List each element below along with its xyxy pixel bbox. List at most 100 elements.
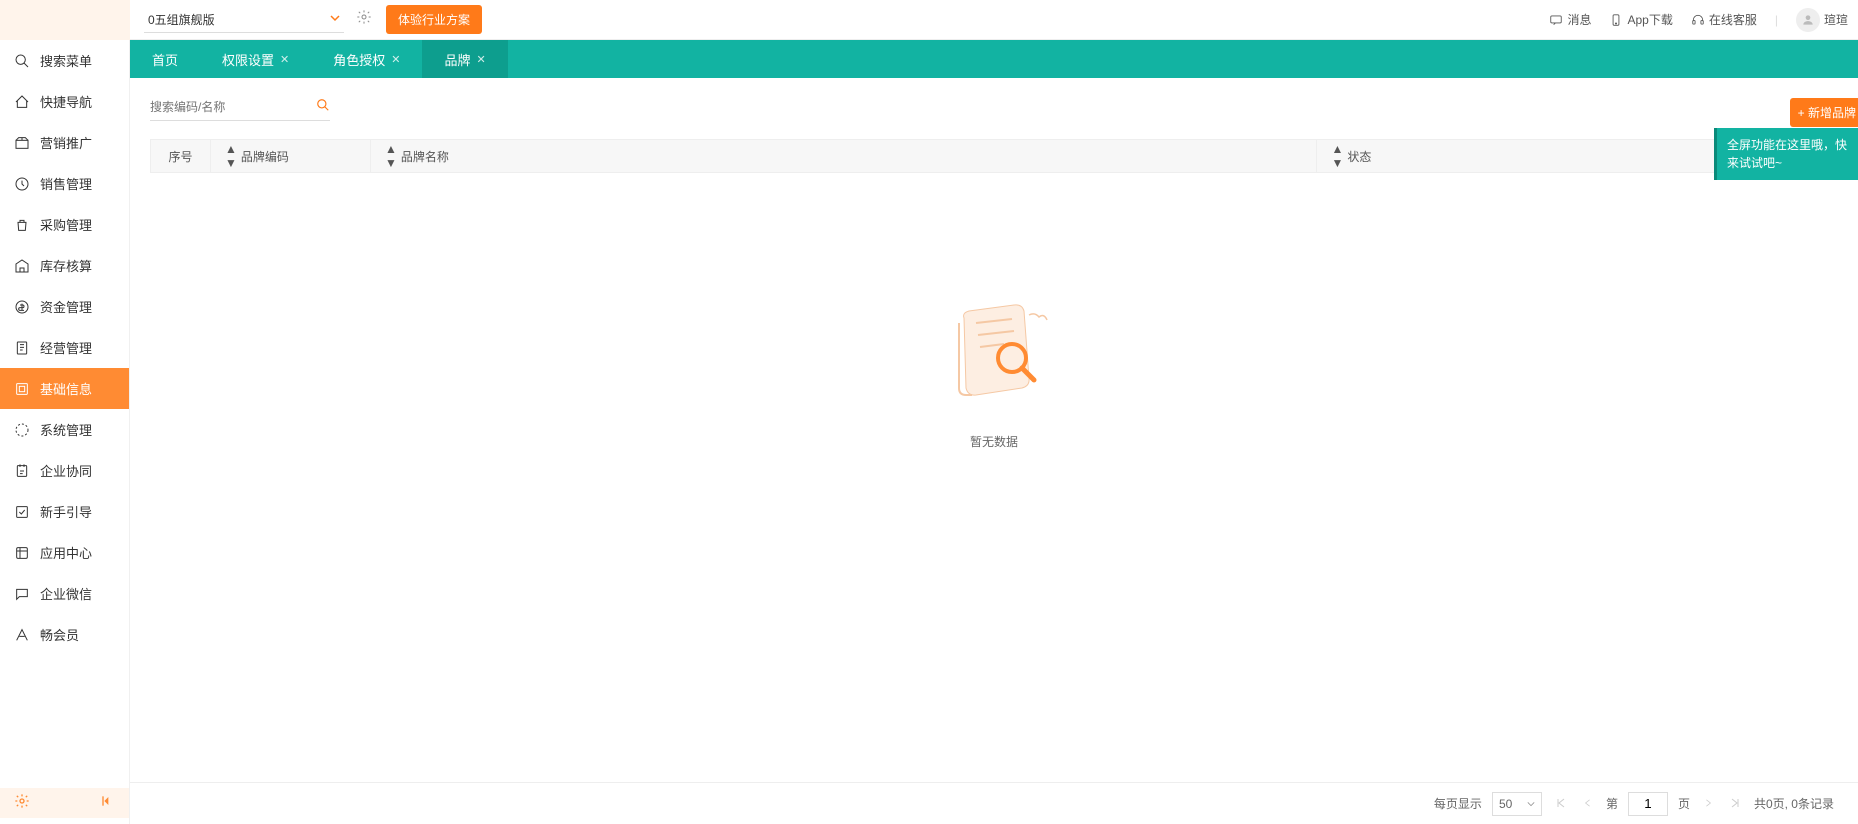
sidebar-icon	[14, 463, 30, 479]
sidebar-item-3[interactable]: 销售管理	[0, 163, 129, 204]
sidebar-icon	[14, 504, 30, 520]
tab-3[interactable]: 品牌 ✕	[422, 40, 507, 78]
sidebar-icon	[14, 217, 30, 233]
close-icon[interactable]: ✕	[391, 53, 400, 66]
sidebar-bottom-toolbar	[0, 788, 129, 818]
content-area: + 新增品牌 全屏功能在这里哦，快来试试吧~ 序号 ▲▼ 品牌编码 ▲▼ 品牌名…	[130, 78, 1858, 782]
gear-icon[interactable]	[14, 793, 30, 814]
page-number-input[interactable]	[1628, 792, 1668, 816]
sidebar-item-label: 库存核算	[40, 256, 92, 275]
th-name[interactable]: ▲▼ 品牌名称	[371, 140, 1317, 172]
sidebar-icon	[14, 422, 30, 438]
sidebar-item-label: 快捷导航	[40, 92, 92, 111]
phone-icon	[1609, 13, 1623, 27]
sidebar-icon	[14, 381, 30, 397]
sidebar-item-6[interactable]: 资金管理	[0, 286, 129, 327]
main-area: 首页 权限设置 ✕ 角色授权 ✕ 品牌 ✕ + 新增品牌 全屏功能在这里哦，快来试试吧~ 序…	[130, 40, 1858, 824]
sidebar-item-label: 畅会员	[40, 625, 79, 644]
headset-icon	[1691, 13, 1705, 27]
sidebar-icon	[14, 545, 30, 561]
message-icon	[1549, 13, 1563, 27]
table-header: 序号 ▲▼ 品牌编码 ▲▼ 品牌名称 ▲▼ 状态	[150, 139, 1838, 173]
sidebar-item-12[interactable]: 应用中心	[0, 532, 129, 573]
sidebar-item-9[interactable]: 系统管理	[0, 409, 129, 450]
sidebar-item-label: 营销推广	[40, 133, 92, 152]
tab-label: 品牌	[444, 50, 470, 69]
tab-label: 首页	[152, 50, 178, 69]
sidebar-item-label: 搜索菜单	[40, 51, 92, 70]
sidebar-item-14[interactable]: 畅会员	[0, 614, 129, 655]
fullscreen-tip: 全屏功能在这里哦，快来试试吧~	[1714, 128, 1858, 180]
sidebar-item-11[interactable]: 新手引导	[0, 491, 129, 532]
sidebar-item-label: 系统管理	[40, 420, 92, 439]
page-total: 共0页, 0条记录	[1754, 795, 1834, 812]
sidebar-icon	[14, 94, 30, 110]
sidebar-icon	[14, 340, 30, 356]
pagination: 每页显示 50 第 页 共0页, 0条记录	[130, 782, 1858, 824]
page-next-button[interactable]	[1700, 797, 1716, 811]
th-code[interactable]: ▲▼ 品牌编码	[211, 140, 371, 172]
sidebar-item-5[interactable]: 库存核算	[0, 245, 129, 286]
sort-icon[interactable]: ▲▼	[1331, 142, 1343, 170]
sidebar-item-7[interactable]: 经营管理	[0, 327, 129, 368]
customer-service-link[interactable]: 在线客服	[1691, 11, 1757, 28]
per-page-label: 每页显示	[1434, 795, 1482, 812]
sidebar-item-10[interactable]: 企业协同	[0, 450, 129, 491]
tab-0[interactable]: 首页	[130, 40, 200, 78]
page-prefix: 第	[1606, 795, 1618, 812]
sidebar-item-label: 企业微信	[40, 584, 92, 603]
shop-selected: 0五组旗舰版	[148, 11, 215, 28]
divider: |	[1775, 13, 1778, 27]
sidebar-item-label: 资金管理	[40, 297, 92, 316]
sidebar-item-label: 企业协同	[40, 461, 92, 480]
app-download-link[interactable]: App下载	[1609, 11, 1672, 28]
sidebar-item-label: 基础信息	[40, 379, 92, 398]
add-brand-button[interactable]: + 新增品牌	[1790, 98, 1858, 127]
tab-label: 权限设置	[222, 50, 274, 69]
message-link[interactable]: 消息	[1549, 11, 1591, 28]
tab-2[interactable]: 角色授权 ✕	[311, 40, 422, 78]
sidebar-item-8[interactable]: 基础信息	[0, 368, 129, 409]
page-prev-button[interactable]	[1580, 797, 1596, 811]
search-input[interactable]	[150, 94, 310, 120]
sidebar-icon	[14, 586, 30, 602]
top-bar: 畅捷通好生意 标准版 0五组旗舰版 体验行业方案 消息 App下载 在线客服 |	[0, 0, 1858, 40]
sidebar-icon	[14, 135, 30, 151]
avatar-icon	[1796, 8, 1820, 32]
search-icon[interactable]	[316, 98, 330, 117]
sidebar-item-13[interactable]: 企业微信	[0, 573, 129, 614]
tab-1[interactable]: 权限设置 ✕	[200, 40, 311, 78]
sidebar-item-label: 销售管理	[40, 174, 92, 193]
search-box	[150, 94, 330, 121]
sidebar-item-1[interactable]: 快捷导航	[0, 81, 129, 122]
sidebar-item-label: 采购管理	[40, 215, 92, 234]
close-icon[interactable]: ✕	[477, 53, 486, 66]
try-solution-button[interactable]: 体验行业方案	[386, 5, 482, 34]
settings-icon[interactable]	[356, 9, 372, 30]
page-first-button[interactable]	[1552, 797, 1570, 811]
tab-label: 角色授权	[333, 50, 385, 69]
sidebar-item-label: 新手引导	[40, 502, 92, 521]
chevron-down-icon	[330, 12, 340, 26]
sidebar: 搜索菜单快捷导航营销推广销售管理采购管理库存核算资金管理经营管理基础信息系统管理…	[0, 40, 130, 824]
sort-icon[interactable]: ▲▼	[225, 142, 237, 170]
empty-text: 暂无数据	[970, 433, 1018, 450]
sidebar-item-label: 经营管理	[40, 338, 92, 357]
per-page-select[interactable]: 50	[1492, 792, 1542, 816]
empty-state: 暂无数据	[150, 173, 1838, 450]
sidebar-item-2[interactable]: 营销推广	[0, 122, 129, 163]
sidebar-item-4[interactable]: 采购管理	[0, 204, 129, 245]
sidebar-icon	[14, 53, 30, 69]
sidebar-item-0[interactable]: 搜索菜单	[0, 40, 129, 81]
sort-icon[interactable]: ▲▼	[385, 142, 397, 170]
collapse-icon[interactable]	[99, 793, 115, 814]
user-menu[interactable]: 瑄瑄	[1796, 8, 1848, 32]
sidebar-icon	[14, 176, 30, 192]
shop-selector[interactable]: 0五组旗舰版	[144, 7, 344, 33]
sidebar-icon	[14, 258, 30, 274]
th-seq: 序号	[151, 140, 211, 172]
page-last-button[interactable]	[1726, 797, 1744, 811]
close-icon[interactable]: ✕	[280, 53, 289, 66]
tabs-bar: 首页 权限设置 ✕ 角色授权 ✕ 品牌 ✕	[130, 40, 1858, 78]
sidebar-item-label: 应用中心	[40, 543, 92, 562]
